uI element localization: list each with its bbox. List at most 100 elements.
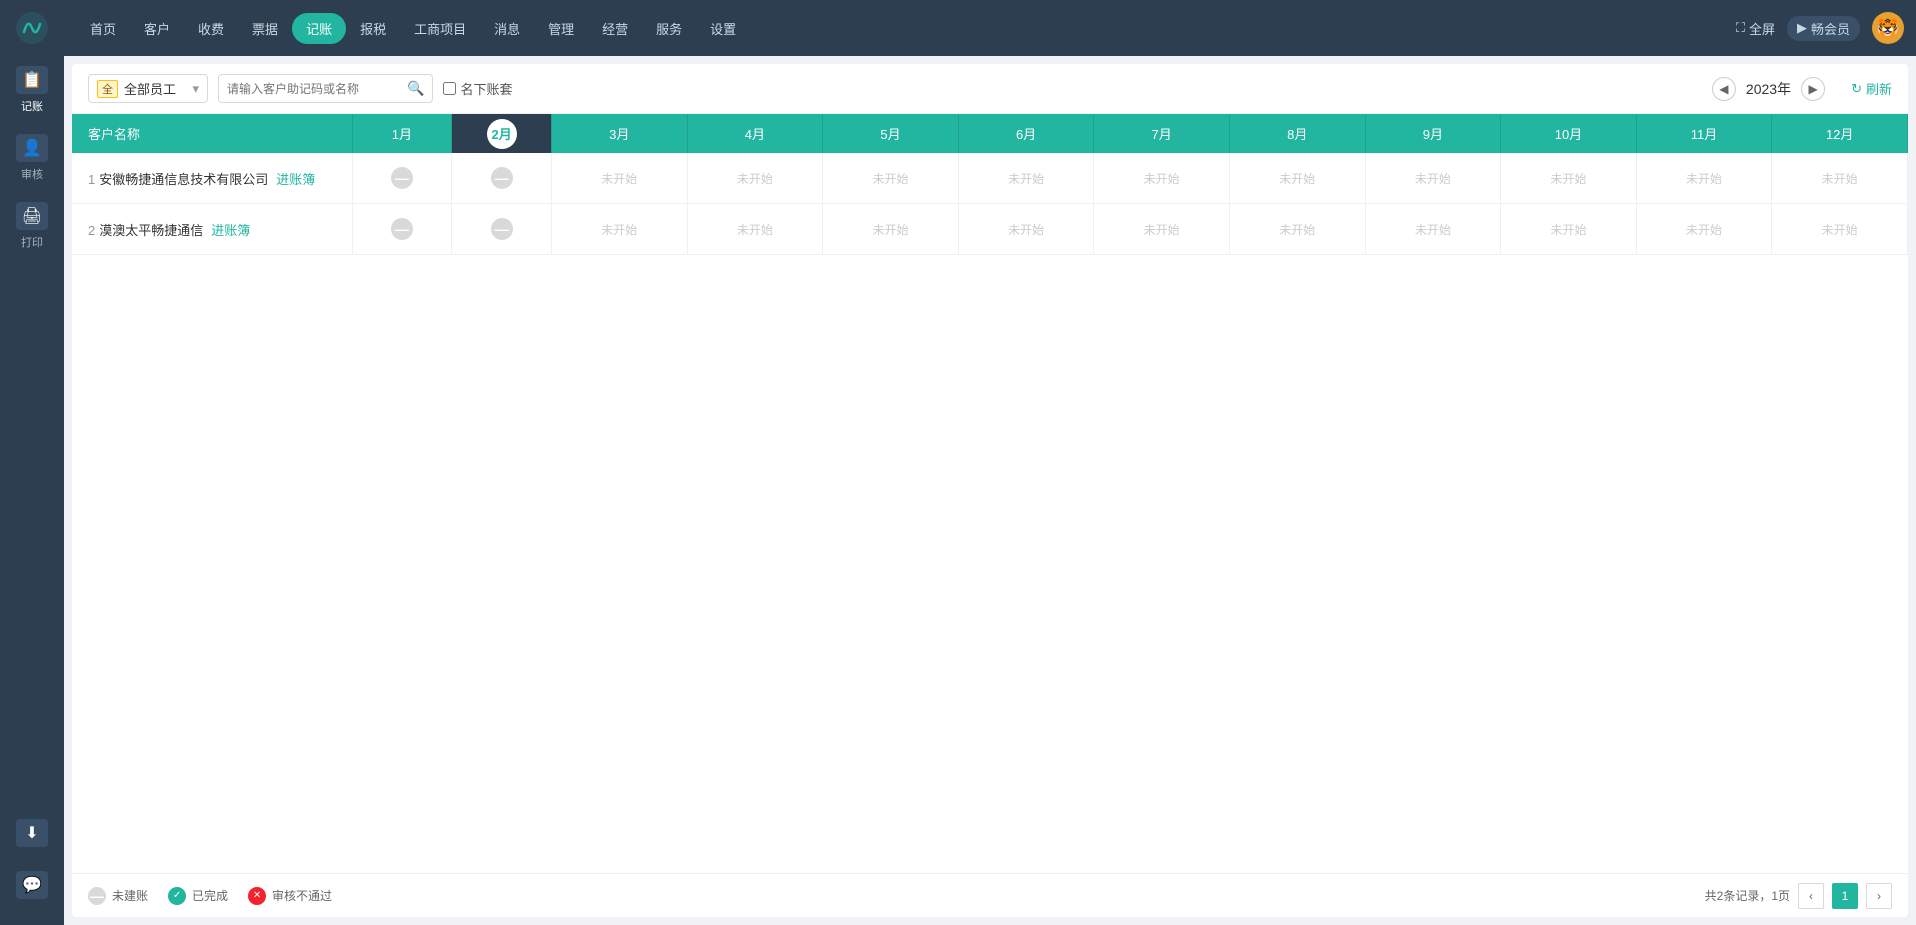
col-m11: 11月 — [1636, 114, 1772, 153]
nav-service[interactable]: 服务 — [642, 13, 696, 44]
status-not-started: 未开始 — [601, 223, 637, 237]
col-m9: 9月 — [1365, 114, 1501, 153]
refresh-icon: ↻ — [1851, 81, 1862, 97]
col-m4: 4月 — [687, 114, 823, 153]
nav-invoice[interactable]: 票据 — [238, 13, 292, 44]
refresh-button[interactable]: ↻ 刷新 — [1851, 79, 1892, 98]
col-m8: 8月 — [1229, 114, 1365, 153]
rejected-label: 审核不通过 — [272, 887, 332, 904]
month-cell-6: 未开始 — [958, 153, 1094, 204]
nav-client[interactable]: 客户 — [130, 13, 184, 44]
status-minus-icon[interactable]: — — [491, 167, 513, 189]
sidebar-item-print[interactable]: 🖨 打印 — [0, 192, 64, 260]
fullscreen-button[interactable]: ⛶ 全屏 — [1736, 19, 1775, 38]
refresh-label: 刷新 — [1866, 79, 1892, 98]
sidebar-item-support[interactable]: 💬 — [0, 861, 64, 909]
client-name: 安徽畅捷通信息技术有限公司 — [99, 172, 268, 187]
client-name-cell: 1 安徽畅捷通信息技术有限公司进账簿 — [72, 153, 352, 204]
status-not-started: 未开始 — [737, 223, 773, 237]
enter-ledger-link[interactable]: 进账簿 — [211, 223, 250, 238]
search-button[interactable]: 🔍 — [399, 75, 432, 102]
status-not-started: 未开始 — [1008, 223, 1044, 237]
support-icon: 💬 — [16, 871, 48, 899]
status-minus-icon[interactable]: — — [491, 218, 513, 240]
month-cell-12: 未开始 — [1772, 204, 1908, 255]
month-cell-6: 未开始 — [958, 204, 1094, 255]
employee-label: 全部员工 — [124, 79, 176, 98]
col-m10: 10月 — [1501, 114, 1637, 153]
nav-manage[interactable]: 管理 — [534, 13, 588, 44]
nav-message[interactable]: 消息 — [480, 13, 534, 44]
user-avatar[interactable]: 🐯 — [1872, 12, 1904, 44]
client-name: 漠澳太平畅捷通信 — [99, 223, 203, 238]
employee-select[interactable]: 全 全部员工 ▾ — [88, 74, 208, 103]
sidebar-bottom: ⬇ 💬 — [0, 809, 64, 925]
month-cell-7: 未开始 — [1094, 153, 1230, 204]
total-text: 共2条记录，1页 — [1705, 887, 1790, 904]
prev-year-button[interactable]: ◀ — [1712, 77, 1736, 101]
not-created-icon: — — [88, 887, 106, 905]
enter-ledger-link[interactable]: 进账簿 — [276, 172, 315, 187]
status-not-started: 未开始 — [601, 172, 637, 186]
month-cell-5: 未开始 — [823, 153, 959, 204]
sidebar-item-download[interactable]: ⬇ — [0, 809, 64, 857]
checkbox-text: 名下账套 — [460, 79, 512, 98]
nav-bookkeeping[interactable]: 记账 — [292, 13, 346, 44]
nav-fee[interactable]: 收费 — [184, 13, 238, 44]
footer: — 未建账 ✓ 已完成 ✕ 审核不通过 共2条记录，1页 ‹ 1 › — [72, 873, 1908, 917]
content-area: 全 全部员工 ▾ 🔍 名下账套 ◀ 2023年 ▶ ↻ 刷新 — [72, 64, 1908, 917]
search-input-wrap: 🔍 — [218, 74, 433, 103]
year-nav: ◀ 2023年 ▶ — [1712, 77, 1825, 101]
status-not-started: 未开始 — [1415, 223, 1451, 237]
completed-label: 已完成 — [192, 887, 228, 904]
status-not-started: 未开始 — [1008, 172, 1044, 186]
legend-rejected: ✕ 审核不通过 — [248, 887, 332, 905]
row-num: 1 — [88, 172, 95, 187]
status-not-started: 未开始 — [872, 172, 908, 186]
subaccount-checkbox[interactable] — [443, 82, 456, 95]
col-m6: 6月 — [958, 114, 1094, 153]
month-cell-1: — — [352, 204, 452, 255]
page-1-button[interactable]: 1 — [1832, 883, 1858, 909]
topnav: 首页 客户 收费 票据 记账 报税 工商项目 消息 管理 经营 服务 设置 ⛶ … — [64, 0, 1916, 56]
sidebar: 📋 记账 👤 审核 🖨 打印 ⬇ 💬 — [0, 0, 64, 925]
col-m5: 5月 — [823, 114, 959, 153]
col-m1: 1月 — [352, 114, 452, 153]
col-m12: 12月 — [1772, 114, 1908, 153]
sidebar-item-audit[interactable]: 👤 审核 — [0, 124, 64, 192]
status-not-started: 未开始 — [872, 223, 908, 237]
next-page-button[interactable]: › — [1866, 883, 1892, 909]
nav-tax[interactable]: 报税 — [346, 13, 400, 44]
vip-button[interactable]: ▶ 畅会员 — [1787, 16, 1860, 41]
fullscreen-label: 全屏 — [1749, 19, 1775, 38]
legend-not-created: — 未建账 — [88, 887, 148, 905]
status-not-started: 未开始 — [1686, 172, 1722, 186]
search-input[interactable] — [219, 77, 399, 101]
sidebar-item-print-label: 打印 — [21, 234, 43, 250]
month-cell-1: — — [352, 153, 452, 204]
status-not-started: 未开始 — [1686, 223, 1722, 237]
row-num: 2 — [88, 223, 95, 238]
nav-settings[interactable]: 设置 — [696, 13, 750, 44]
status-not-started: 未开始 — [737, 172, 773, 186]
sidebar-item-bookkeeping[interactable]: 📋 记账 — [0, 56, 64, 124]
col-m2: 2月 — [452, 114, 552, 153]
nav-home[interactable]: 首页 — [76, 13, 130, 44]
nav-operation[interactable]: 经营 — [588, 13, 642, 44]
month-cell-9: 未开始 — [1365, 153, 1501, 204]
nav-business[interactable]: 工商项目 — [400, 13, 480, 44]
status-minus-icon[interactable]: — — [391, 167, 413, 189]
status-not-started: 未开始 — [1415, 172, 1451, 186]
year-display: 2023年 — [1746, 79, 1791, 99]
prev-page-button[interactable]: ‹ — [1798, 883, 1824, 909]
next-year-button[interactable]: ▶ — [1801, 77, 1825, 101]
month-cell-8: 未开始 — [1229, 204, 1365, 255]
status-not-started: 未开始 — [1279, 223, 1315, 237]
topnav-right: ⛶ 全屏 ▶ 畅会员 🐯 — [1736, 12, 1904, 44]
status-minus-icon[interactable]: — — [391, 218, 413, 240]
col-m3: 3月 — [552, 114, 688, 153]
month-cell-3: 未开始 — [552, 204, 688, 255]
checkbox-label[interactable]: 名下账套 — [443, 79, 512, 98]
bookkeeping-icon: 📋 — [16, 66, 48, 94]
sidebar-item-audit-label: 审核 — [21, 166, 43, 182]
